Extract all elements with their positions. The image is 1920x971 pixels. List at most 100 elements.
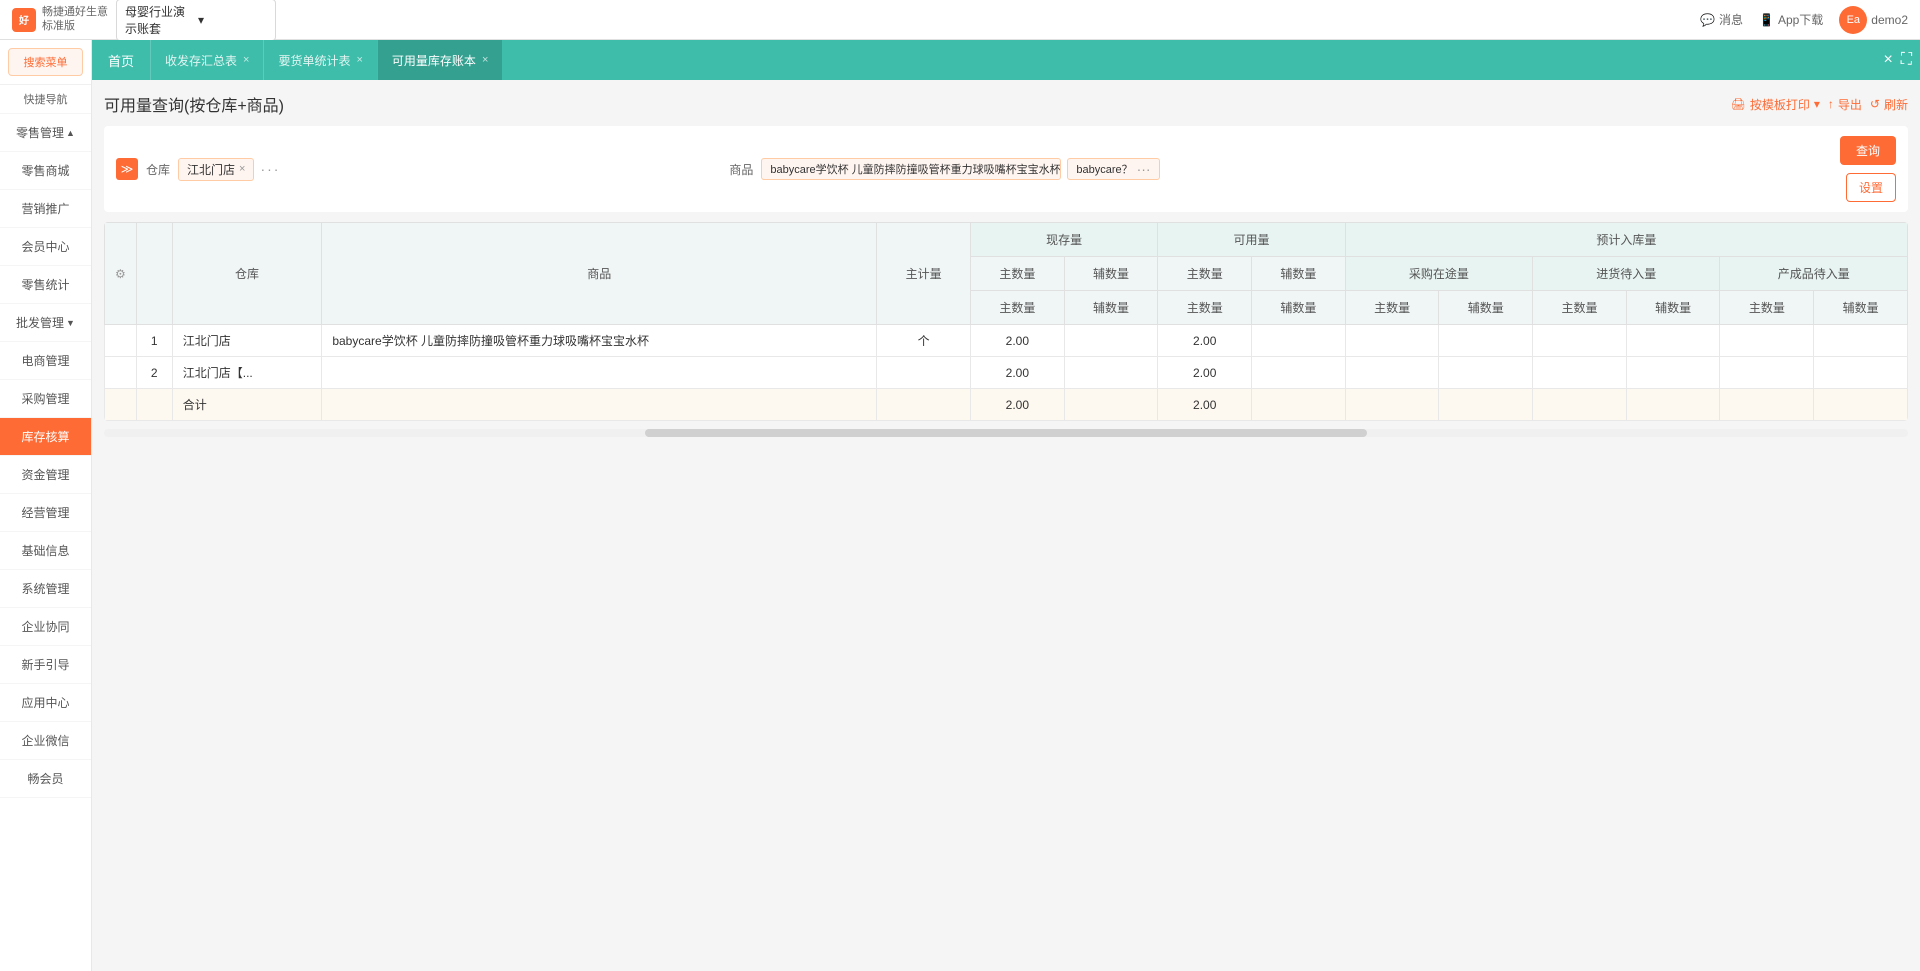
product-more-icon[interactable]: ···	[1137, 161, 1151, 177]
top-bar-right: 💬 消息 📱 App下载 Ea demo2	[1700, 6, 1908, 34]
sidebar-item-wholesale-mgmt[interactable]: 批发管理 ▼	[0, 304, 91, 342]
sidebar-item-retail-mgmt[interactable]: 零售管理 ▲	[0, 114, 91, 152]
total-row: 合计 2.00 2.00	[105, 389, 1908, 421]
export-icon: ↑	[1828, 97, 1834, 111]
refresh-btn[interactable]: ↺ 刷新	[1870, 96, 1908, 113]
user-profile[interactable]: Ea demo2	[1839, 6, 1908, 34]
sidebar-item-retail-mall[interactable]: 零售商城	[0, 152, 91, 190]
tab-bar-end: × ⛶	[1875, 40, 1920, 80]
total-stock-main: 2.00	[970, 389, 1064, 421]
main-layout: 搜索菜单 快捷导航 零售管理 ▲ 零售商城 营销推广 会员中心 零售统计 批发管…	[0, 40, 1920, 971]
table-footer	[104, 421, 1908, 441]
print-chevron-icon: ▾	[1814, 97, 1820, 111]
sidebar-item-enterprise-wechat[interactable]: 企业微信	[0, 722, 91, 760]
quick-nav-btn[interactable]: 快捷导航	[0, 85, 91, 114]
th-purchase-aux: 辅数量	[1439, 291, 1533, 325]
sidebar-item-marketing[interactable]: 营销推广	[0, 190, 91, 228]
refresh-icon: ↺	[1870, 97, 1880, 111]
th-incoming-aux: 辅数量	[1626, 291, 1720, 325]
total-label: 合计	[172, 389, 322, 421]
th-incoming-group: 进货待入量	[1533, 257, 1720, 291]
app-download-btn[interactable]: 📱 App下载	[1759, 11, 1823, 28]
warehouse-filter-label: 仓库	[146, 161, 170, 178]
th-stock-main-2: 主数量	[970, 291, 1064, 325]
sidebar-item-retail-stats[interactable]: 零售统计	[0, 266, 91, 304]
data-table: ⚙ 仓库 商品 主计量 现存量 可用量 预计入库量 主数量 辅数	[104, 222, 1908, 421]
tab-order-stats[interactable]: 要货单统计表 ×	[263, 40, 376, 80]
query-btn[interactable]: 查询	[1840, 136, 1896, 165]
sidebar-item-ecommerce-mgmt[interactable]: 电商管理	[0, 342, 91, 380]
page-content: 可用量查询(按仓库+商品) 🖨 按模板打印 ▾ ↑ 导出 ↺ 刷新	[92, 80, 1920, 971]
product-tag-1[interactable]: babycare学饮杯 儿童防摔防撞吸管杯重力球吸嘴杯宝宝水杯 ×	[761, 158, 1061, 180]
logo-text: 畅捷通好生意 标准版	[42, 6, 108, 32]
sidebar-item-member-center[interactable]: 会员中心	[0, 228, 91, 266]
tab-fullscreen-btn[interactable]: ⛶	[1901, 51, 1912, 69]
filter-more-btn[interactable]: ···	[260, 161, 280, 177]
total-available-main: 2.00	[1158, 389, 1252, 421]
sidebar-search-area: 搜索菜单	[0, 40, 91, 85]
tab-close-order-stats[interactable]: ×	[356, 54, 362, 66]
sidebar-item-sys-mgmt[interactable]: 系统管理	[0, 570, 91, 608]
warehouse-tag-area: 江北门店 × ···	[178, 158, 713, 181]
chevron-icon: ▲	[66, 128, 75, 138]
th-available-main: 主数量	[1158, 257, 1252, 291]
filter-expand-btn[interactable]: ≫	[116, 158, 138, 180]
th-num	[136, 223, 172, 325]
product-tag-area: babycare学饮杯 儿童防摔防撞吸管杯重力球吸嘴杯宝宝水杯 × babyca…	[761, 158, 1832, 180]
logo-area: 好 畅捷通好生意 标准版	[12, 6, 108, 32]
avatar: Ea	[1839, 6, 1867, 34]
tab-close-all-btn[interactable]: ×	[1883, 51, 1892, 69]
product-tag-2[interactable]: babycare？ ···	[1067, 158, 1159, 180]
tab-receive-summary[interactable]: 收发存汇总表 ×	[150, 40, 263, 80]
search-menu-btn[interactable]: 搜索菜单	[8, 48, 83, 76]
th-available-main-2: 主数量	[1158, 291, 1252, 325]
logo-icon: 好	[12, 8, 36, 32]
inventory-table: ⚙ 仓库 商品 主计量 现存量 可用量 预计入库量 主数量 辅数	[104, 222, 1908, 421]
setting-btn[interactable]: 设置	[1846, 173, 1896, 202]
store-name: 母婴行业演示账套	[125, 3, 194, 37]
tab-bar: 首页 收发存汇总表 × 要货单统计表 × 可用量库存账本 × × ⛶	[92, 40, 1920, 80]
message-btn[interactable]: 💬 消息	[1700, 11, 1743, 28]
message-icon: 💬	[1700, 13, 1715, 27]
page-actions: 🖨 按模板打印 ▾ ↑ 导出 ↺ 刷新	[1731, 96, 1908, 113]
th-purchase-main: 主数量	[1345, 291, 1439, 325]
th-production-group: 产成品待入量	[1720, 257, 1908, 291]
th-warehouse: 仓库	[172, 223, 322, 325]
table-row: 2 江北门店【... 2.00 2.00	[105, 357, 1908, 389]
th-purchase-group: 采购在途量	[1345, 257, 1532, 291]
th-forecast-group: 预计入库量	[1345, 223, 1907, 257]
th-incoming-main: 主数量	[1533, 291, 1627, 325]
sidebar-item-vip-member[interactable]: 畅会员	[0, 760, 91, 798]
table-row: 1 江北门店 babycare学饮杯 儿童防摔防撞吸管杯重力球吸嘴杯宝宝水杯 个…	[105, 325, 1908, 357]
sidebar-item-inventory-check[interactable]: 库存核算	[0, 418, 91, 456]
tab-available-ledger[interactable]: 可用量库存账本 ×	[377, 40, 502, 80]
sidebar-item-finance-mgmt[interactable]: 资金管理	[0, 456, 91, 494]
sidebar-item-new-guide[interactable]: 新手引导	[0, 646, 91, 684]
tab-close-available-ledger[interactable]: ×	[482, 54, 488, 66]
sidebar-item-enterprise-collab[interactable]: 企业协同	[0, 608, 91, 646]
user-name: demo2	[1871, 13, 1908, 27]
tab-home[interactable]: 首页	[92, 40, 150, 80]
sidebar-item-purchase-mgmt[interactable]: 采购管理	[0, 380, 91, 418]
chevron-icon: ▼	[66, 318, 75, 328]
sidebar-item-basic-info[interactable]: 基础信息	[0, 532, 91, 570]
export-btn[interactable]: ↑ 导出	[1828, 96, 1862, 113]
store-selector[interactable]: 母婴行业演示账套 ▾	[116, 0, 276, 41]
th-stock-aux: 辅数量	[1064, 257, 1158, 291]
app-icon: 📱	[1759, 13, 1774, 27]
sidebar-item-app-center[interactable]: 应用中心	[0, 684, 91, 722]
warehouse-tag-close-icon[interactable]: ×	[239, 163, 245, 175]
sidebar-item-ops-mgmt[interactable]: 经营管理	[0, 494, 91, 532]
gear-icon[interactable]: ⚙	[115, 267, 126, 281]
tab-close-receive-summary[interactable]: ×	[243, 54, 249, 66]
sidebar: 搜索菜单 快捷导航 零售管理 ▲ 零售商城 营销推广 会员中心 零售统计 批发管…	[0, 40, 92, 971]
th-production-main: 主数量	[1720, 291, 1814, 325]
page-header: 可用量查询(按仓库+商品) 🖨 按模板打印 ▾ ↑ 导出 ↺ 刷新	[104, 92, 1908, 116]
print-btn[interactable]: 🖨 按模板打印 ▾	[1731, 96, 1820, 113]
warehouse-tag[interactable]: 江北门店 ×	[178, 158, 254, 181]
th-product: 商品	[322, 223, 877, 325]
product-filter-label: 商品	[729, 161, 753, 178]
top-bar-left: 好 畅捷通好生意 标准版 母婴行业演示账套 ▾	[12, 0, 276, 41]
page-title: 可用量查询(按仓库+商品)	[104, 92, 284, 116]
th-stock-group: 现存量	[970, 223, 1157, 257]
